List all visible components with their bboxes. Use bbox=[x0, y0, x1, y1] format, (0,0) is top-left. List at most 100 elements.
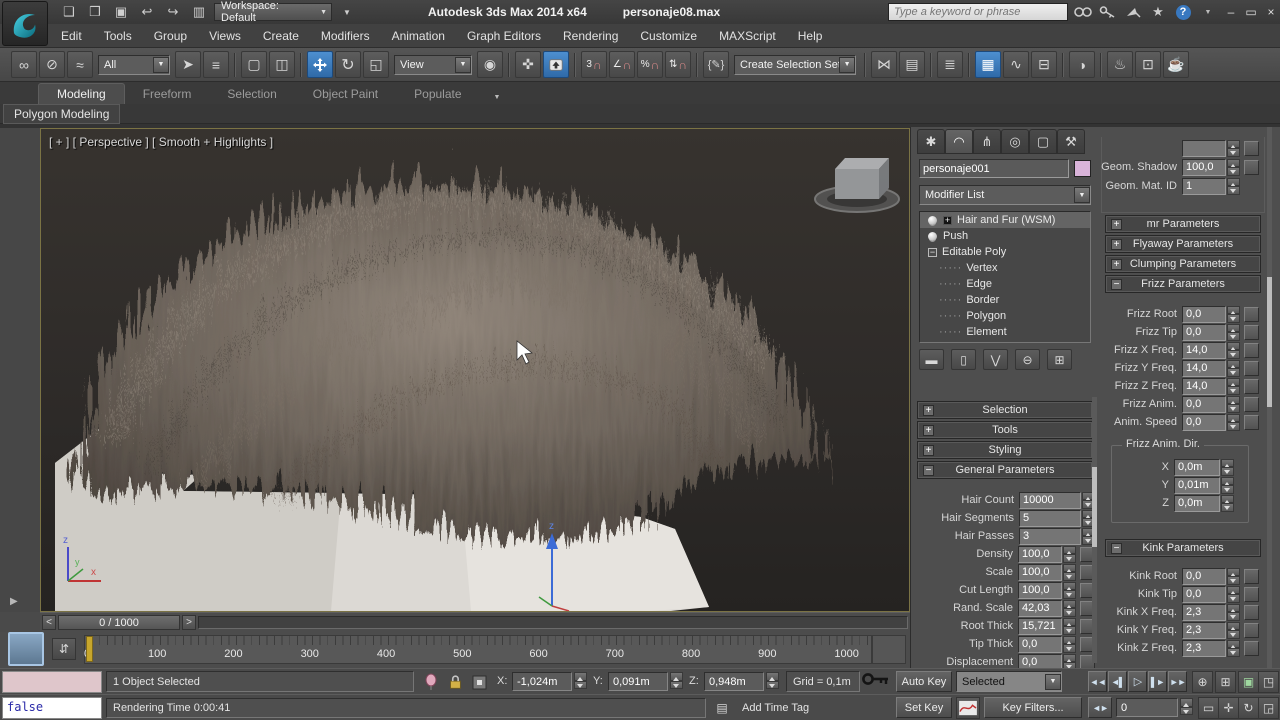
isolate-selection-icon[interactable] bbox=[420, 671, 442, 693]
collapse-minus-icon[interactable]: − bbox=[923, 464, 934, 476]
spinner[interactable] bbox=[1227, 377, 1240, 395]
bind-to-space-warp-icon[interactable]: ≈ bbox=[67, 51, 93, 78]
rollout-styling[interactable]: + Styling bbox=[917, 441, 1093, 459]
stack-item-editable-poly[interactable]: − Editable Poly bbox=[920, 244, 1090, 260]
time-tag-icon[interactable]: ▤ bbox=[712, 698, 732, 718]
collapse-minus-icon[interactable]: − bbox=[928, 247, 937, 257]
modify-tab-icon[interactable]: ◠ bbox=[945, 129, 973, 154]
project-folder-icon[interactable]: ▥ bbox=[188, 2, 210, 22]
select-and-manipulate-icon[interactable]: ✜ bbox=[515, 51, 541, 78]
menu-group[interactable]: Group bbox=[143, 26, 198, 46]
edit-named-selection-sets-icon[interactable]: {✎} bbox=[703, 51, 729, 78]
spinner[interactable] bbox=[1227, 359, 1240, 377]
next-frame-button[interactable]: > bbox=[182, 615, 196, 630]
help-flyout-icon[interactable]: ▼ bbox=[1197, 2, 1219, 22]
spinner[interactable] bbox=[1227, 413, 1240, 431]
zoom-icon[interactable]: ⊕ bbox=[1192, 671, 1213, 693]
ribbon-tab-object-paint[interactable]: Object Paint bbox=[295, 84, 396, 104]
new-key-filter-curve-icon[interactable] bbox=[956, 697, 980, 719]
unlink-selection-icon[interactable]: ⊘ bbox=[39, 51, 65, 78]
kink-z-freq-field[interactable]: 2,3 bbox=[1182, 639, 1226, 657]
key-mode-toggle-button[interactable]: ◄► bbox=[1088, 697, 1112, 718]
spinner[interactable] bbox=[1227, 639, 1240, 657]
menu-create[interactable]: Create bbox=[252, 26, 310, 46]
map-button[interactable] bbox=[1244, 324, 1259, 340]
stack-subitem-edge[interactable]: Edge bbox=[920, 276, 1090, 292]
kink-y-freq-field[interactable]: 2,3 bbox=[1182, 621, 1226, 639]
collapse-minus-icon[interactable]: − bbox=[1111, 278, 1122, 290]
spinner[interactable] bbox=[1227, 158, 1240, 176]
spinner[interactable] bbox=[1227, 585, 1240, 603]
tip-thick-field[interactable]: 0,0 bbox=[1018, 635, 1062, 653]
frizz-anim-field[interactable]: 0,0 bbox=[1182, 395, 1226, 413]
map-button[interactable] bbox=[1244, 360, 1259, 376]
curve-editor-icon[interactable]: ∿ bbox=[1003, 51, 1029, 78]
configure-modifier-sets-icon[interactable]: ⊞ bbox=[1047, 349, 1072, 370]
current-frame-field[interactable]: 0 bbox=[1116, 698, 1178, 717]
rollout-general-parameters[interactable]: − General Parameters bbox=[917, 461, 1093, 479]
key-filters-button[interactable]: Key Filters... bbox=[984, 697, 1082, 718]
displacement-field[interactable]: 0,0 bbox=[1018, 653, 1062, 668]
ribbon-minimize-button[interactable]: ▼ bbox=[494, 94, 501, 101]
app-logo-button[interactable] bbox=[2, 1, 48, 46]
next-frame-button[interactable]: ▌► bbox=[1148, 671, 1167, 692]
pan-view-icon[interactable]: ✛ bbox=[1218, 697, 1239, 719]
open-mini-curve-editor-icon[interactable]: ⇵ bbox=[52, 638, 76, 660]
communication-center-icon[interactable] bbox=[1122, 2, 1144, 22]
dir-z-field[interactable]: 0,0m bbox=[1174, 494, 1220, 512]
percent-snap-toggle-icon[interactable]: % ∩ bbox=[637, 51, 663, 78]
use-pivot-point-center-icon[interactable]: ◉ bbox=[477, 51, 503, 78]
spinner[interactable] bbox=[1063, 635, 1076, 653]
play-animation-button[interactable]: ▷ bbox=[1128, 671, 1147, 692]
select-and-move-icon[interactable] bbox=[307, 51, 333, 78]
favorites-star-icon[interactable]: ★ bbox=[1147, 2, 1169, 22]
zoom-region-icon[interactable]: ▭ bbox=[1198, 697, 1219, 719]
spinner-snap-toggle-icon[interactable]: ⇅ ∩ bbox=[665, 51, 691, 78]
angle-snap-toggle-icon[interactable]: ∠ ∩ bbox=[609, 51, 635, 78]
menu-customize[interactable]: Customize bbox=[629, 26, 708, 46]
frizz-y-freq-field[interactable]: 14,0 bbox=[1182, 359, 1226, 377]
material-editor-icon[interactable]: ◑ bbox=[1069, 51, 1095, 78]
expand-plus-icon[interactable]: + bbox=[923, 404, 934, 416]
ribbon-tab-selection[interactable]: Selection bbox=[209, 84, 294, 104]
object-name-field[interactable]: personaje001 bbox=[919, 159, 1069, 178]
previous-frame-button[interactable]: ◄▌ bbox=[1108, 671, 1127, 692]
maxscript-listener-output[interactable]: false bbox=[2, 697, 102, 719]
orbit-view-icon[interactable]: ↻ bbox=[1238, 697, 1259, 719]
selection-lock-icon[interactable] bbox=[444, 671, 466, 693]
absolute-offset-mode-icon[interactable] bbox=[468, 671, 490, 693]
map-button[interactable] bbox=[1244, 159, 1259, 175]
anim-speed-field[interactable]: 0,0 bbox=[1182, 413, 1226, 431]
stack-subitem-element[interactable]: Element bbox=[920, 324, 1090, 340]
spinner[interactable] bbox=[574, 672, 587, 689]
spinner[interactable] bbox=[1063, 563, 1076, 581]
window-close-button[interactable]: × bbox=[1262, 3, 1280, 21]
redo-icon[interactable]: ↪ bbox=[162, 2, 184, 22]
maximize-viewport-toggle-icon[interactable]: ◲ bbox=[1258, 697, 1279, 719]
geom-mat-id-field[interactable]: 1 bbox=[1182, 177, 1226, 195]
expand-plus-icon[interactable]: + bbox=[943, 215, 952, 225]
pin-stack-icon[interactable]: ▬ bbox=[919, 349, 944, 370]
object-color-swatch[interactable] bbox=[1074, 160, 1091, 177]
spinner[interactable] bbox=[1227, 323, 1240, 341]
toolbar-flyout-icon[interactable]: ▼ bbox=[336, 2, 358, 22]
clipped-field[interactable] bbox=[1182, 139, 1226, 157]
rollout-kink-parameters[interactable]: − Kink Parameters bbox=[1105, 539, 1261, 557]
make-unique-icon[interactable]: ⋁ bbox=[983, 349, 1008, 370]
viewport-label[interactable]: [ + ] [ Perspective ] [ Smooth + Highlig… bbox=[49, 135, 273, 149]
panel-scrollbar[interactable] bbox=[1092, 397, 1097, 663]
spinner[interactable] bbox=[1227, 341, 1240, 359]
frizz-tip-field[interactable]: 0,0 bbox=[1182, 323, 1226, 341]
expand-plus-icon[interactable]: + bbox=[1111, 238, 1122, 250]
graphite-ribbon-toggle-icon[interactable]: ▦ bbox=[975, 51, 1001, 78]
zoom-all-icon[interactable]: ⊞ bbox=[1215, 671, 1236, 693]
menu-modifiers[interactable]: Modifiers bbox=[310, 26, 381, 46]
spinner[interactable] bbox=[1227, 305, 1240, 323]
hair-segments-field[interactable]: 5 bbox=[1019, 509, 1081, 527]
ribbon-tab-freeform[interactable]: Freeform bbox=[125, 84, 210, 104]
open-file-icon[interactable]: ❒ bbox=[84, 2, 106, 22]
rectangular-selection-region-icon[interactable]: ▢ bbox=[241, 51, 267, 78]
ribbon-tab-modeling[interactable]: Modeling bbox=[38, 83, 125, 104]
snaps-toggle-icon[interactable]: 3 ∩ bbox=[581, 51, 607, 78]
window-crossing-toggle-icon[interactable]: ◫ bbox=[269, 51, 295, 78]
